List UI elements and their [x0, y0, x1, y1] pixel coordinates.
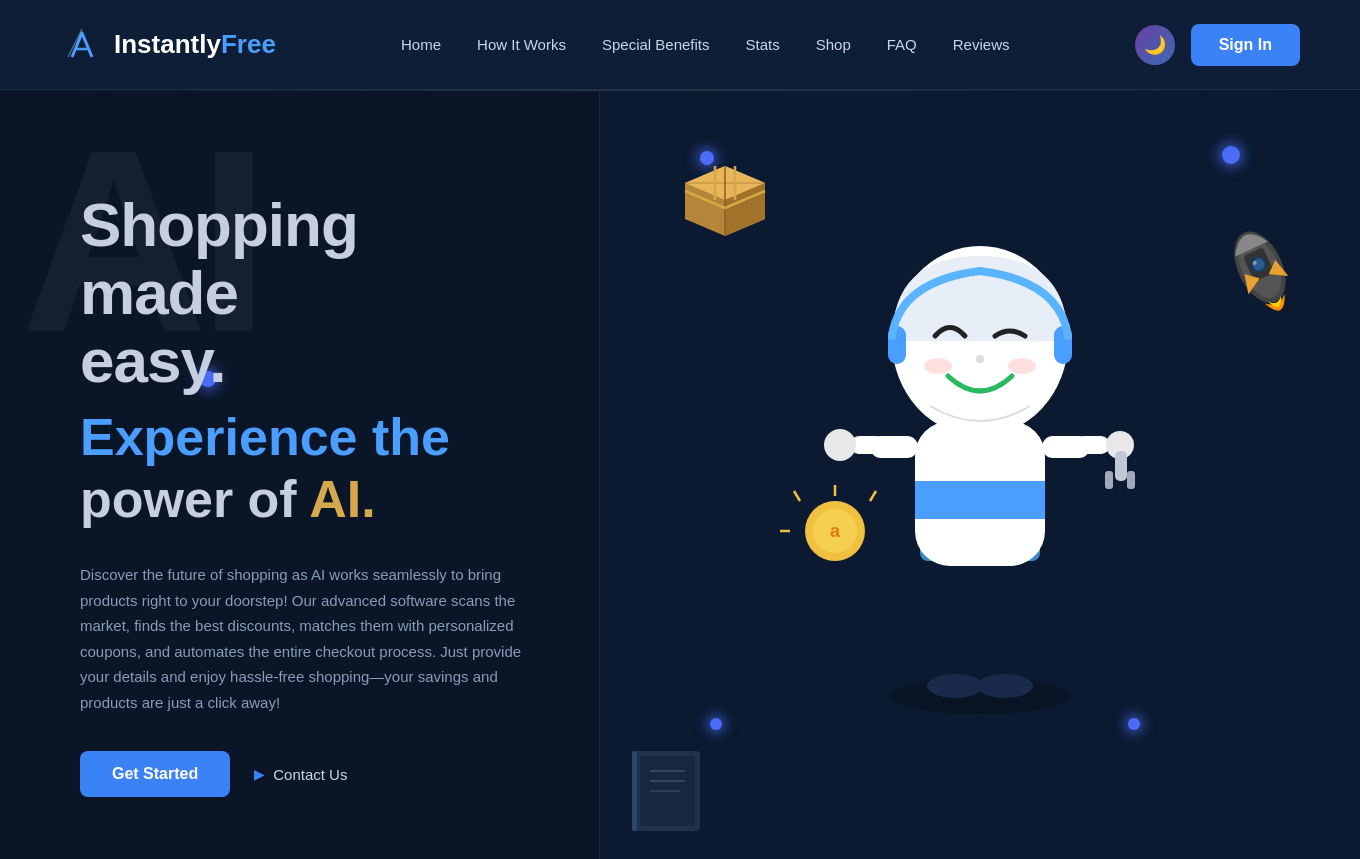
- svg-point-24: [824, 429, 856, 461]
- nav-faq[interactable]: FAQ: [887, 36, 917, 53]
- svg-point-17: [927, 674, 983, 698]
- logo-icon: [60, 23, 104, 67]
- nav-links: Home How It Works Special Benefits Stats…: [401, 36, 1009, 54]
- glow-dot-3: [1222, 146, 1240, 164]
- contact-us-label: Contact Us: [273, 766, 347, 783]
- nav-shop[interactable]: Shop: [816, 36, 851, 53]
- hero-title-main: Shopping made easy.: [80, 191, 539, 396]
- svg-rect-21: [915, 481, 1045, 519]
- svg-rect-49: [632, 751, 637, 831]
- hero-description: Discover the future of shopping as AI wo…: [80, 562, 539, 715]
- theme-toggle-button[interactable]: 🌙: [1135, 25, 1175, 65]
- package-icon: [680, 161, 770, 245]
- nav-stats[interactable]: Stats: [746, 36, 780, 53]
- sign-in-button[interactable]: Sign In: [1191, 24, 1300, 66]
- svg-text:a: a: [830, 521, 841, 541]
- nav-how-it-works[interactable]: How It Works: [477, 36, 566, 53]
- glow-dot-4: [710, 718, 722, 730]
- hero-actions: Get Started ▶ Contact Us: [80, 751, 539, 797]
- nav-right: 🌙 Sign In: [1135, 24, 1300, 66]
- robot-illustration: a: [780, 141, 1180, 725]
- svg-line-30: [870, 491, 876, 501]
- svg-rect-35: [1115, 451, 1127, 481]
- nav-home[interactable]: Home: [401, 36, 441, 53]
- svg-line-28: [794, 491, 800, 501]
- svg-rect-37: [1127, 471, 1135, 489]
- hero-title-accent: Experience the power of AI.: [80, 406, 539, 531]
- contact-arrow-icon: ▶: [254, 766, 265, 782]
- book-icon: [630, 746, 705, 840]
- navbar: InstantlyFree Home How It Works Special …: [0, 0, 1360, 90]
- svg-rect-36: [1105, 471, 1113, 489]
- svg-point-43: [976, 355, 984, 363]
- svg-point-41: [924, 358, 952, 374]
- svg-rect-33: [1075, 436, 1110, 454]
- hero-section: AI Shopping made easy. Experience the po…: [0, 91, 1360, 859]
- nav-reviews[interactable]: Reviews: [953, 36, 1010, 53]
- nav-special-benefits[interactable]: Special Benefits: [602, 36, 710, 53]
- logo-text: InstantlyFree: [114, 29, 276, 60]
- get-started-button[interactable]: Get Started: [80, 751, 230, 797]
- hero-right-panel: a: [600, 91, 1360, 859]
- logo[interactable]: InstantlyFree: [60, 23, 276, 67]
- hero-title-block: Shopping made easy. Experience the power…: [80, 191, 539, 530]
- moon-icon: 🌙: [1144, 34, 1166, 56]
- hero-left-panel: AI Shopping made easy. Experience the po…: [0, 91, 600, 859]
- svg-point-42: [1008, 358, 1036, 374]
- rocket-icon: [1187, 194, 1343, 362]
- svg-point-18: [977, 674, 1033, 698]
- contact-us-link[interactable]: ▶ Contact Us: [254, 766, 347, 783]
